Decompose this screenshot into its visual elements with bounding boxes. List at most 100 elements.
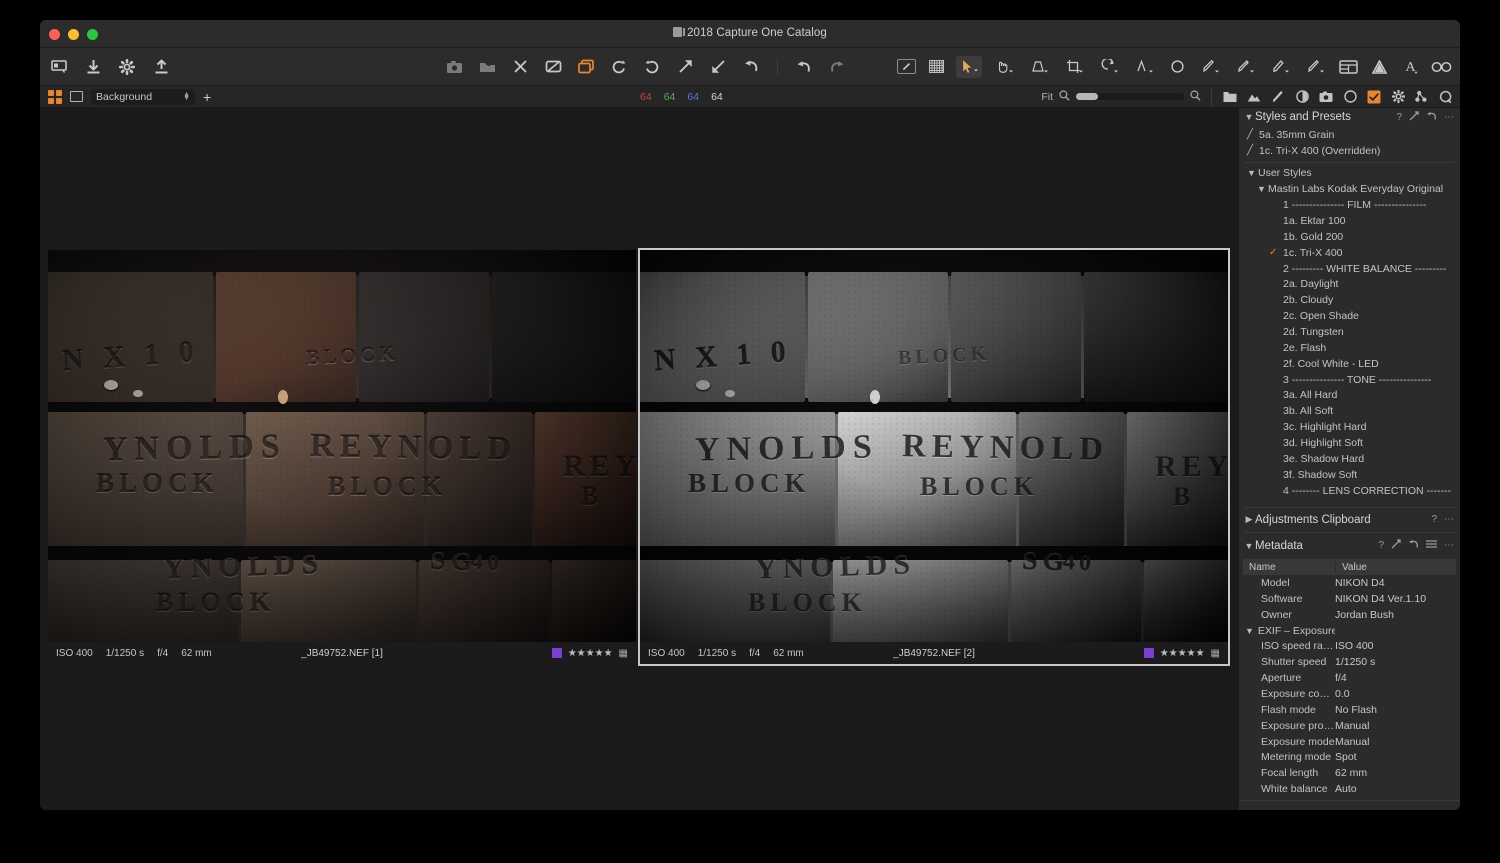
tab-lens[interactable] — [1268, 87, 1288, 107]
style-item-17[interactable]: 3f. Shadow Soft — [1239, 467, 1460, 483]
help-icon[interactable]: ? — [1396, 112, 1402, 123]
metadata-row[interactable]: Focal length 62 mm — [1239, 765, 1460, 781]
arrow-up-right-icon[interactable] — [674, 56, 696, 78]
chevron-down-icon[interactable]: ▼ — [1257, 184, 1268, 194]
metadata-row[interactable]: Flash mode No Flash — [1239, 702, 1460, 718]
reset-icon[interactable] — [1408, 539, 1419, 552]
help-icon[interactable]: ? — [1431, 514, 1437, 525]
metadata-row[interactable]: White balance Auto — [1239, 781, 1460, 797]
delete-x-icon[interactable] — [509, 56, 531, 78]
style-item-9[interactable]: 2e. Flash — [1239, 340, 1460, 356]
metadata-header[interactable]: ▼ Metadata ? ⋯ — [1239, 536, 1460, 556]
straighten-tool-icon[interactable] — [1131, 56, 1157, 78]
settings-gear-icon[interactable] — [116, 56, 138, 78]
metadata-row[interactable]: Exposure mode Manual — [1239, 734, 1460, 750]
variant-1-star-rating[interactable]: ★★★★★ — [568, 648, 613, 659]
spot-removal-circle-icon[interactable] — [1166, 56, 1188, 78]
heal-brush-icon[interactable] — [1302, 56, 1328, 78]
metadata-row[interactable]: Model NIKON D4 — [1239, 575, 1460, 591]
chevron-down-icon[interactable]: ▼ — [1243, 541, 1255, 551]
variant-2-rating-group[interactable]: ★★★★★ ▦ — [1143, 648, 1220, 659]
adjustments-clipboard-header[interactable]: ▶ Adjustments Clipboard ? ⋯ — [1239, 510, 1460, 530]
tab-exposure[interactable] — [1292, 87, 1312, 107]
edit-mask-boxed-pen-icon[interactable] — [897, 59, 916, 74]
style-item-16[interactable]: 3e. Shadow Hard — [1239, 451, 1460, 467]
variant-1-rating-group[interactable]: ★★★★★ ▦ — [551, 648, 628, 659]
tab-quick[interactable] — [1436, 87, 1456, 107]
metadata-row[interactable]: Exposure com... 0.0 — [1239, 686, 1460, 702]
zoom-fit-label[interactable]: Fit — [1041, 91, 1053, 103]
redo-icon[interactable] — [826, 56, 848, 78]
style-item-14[interactable]: 3c. Highlight Hard — [1239, 419, 1460, 435]
rotate-tool-icon[interactable] — [1026, 56, 1052, 78]
variant-1[interactable]: N X 1 0 BLOCK YNOLDS BLOCK REYNOLD BLOCK… — [48, 250, 636, 664]
tab-camera[interactable] — [1316, 87, 1336, 107]
list-icon[interactable] — [1426, 540, 1437, 552]
applied-style-0[interactable]: ╱ 5a. 35mm Grain — [1239, 127, 1460, 143]
help-icon[interactable]: ? — [1378, 540, 1384, 551]
zoom-in-icon[interactable] — [1190, 89, 1201, 104]
color-editor-table-icon[interactable] — [1337, 56, 1359, 78]
menu-dots-icon[interactable]: ⋯ — [1444, 514, 1454, 525]
style-item-18[interactable]: 4 -------- LENS CORRECTION ------- — [1239, 483, 1460, 499]
expand-icon[interactable] — [1391, 539, 1401, 552]
metadata-row[interactable]: Software NIKON D4 Ver.1.10 — [1239, 591, 1460, 607]
keystone-tool-icon[interactable] — [1096, 56, 1122, 78]
grid-view-icon[interactable] — [48, 89, 62, 104]
white-balance-triangle-icon[interactable] — [1368, 56, 1390, 78]
user-styles-group[interactable]: ▼ User Styles — [1239, 166, 1460, 182]
zoom-slider-knob[interactable] — [1076, 93, 1098, 100]
style-item-7[interactable]: 2c. Open Shade — [1239, 308, 1460, 324]
style-item-12[interactable]: 3a. All Hard — [1239, 388, 1460, 404]
collection-select[interactable]: Background ▲ ▼ — [91, 88, 195, 105]
tab-capture[interactable] — [1244, 87, 1264, 107]
metadata-row[interactable]: Shutter speed 1/1250 s — [1239, 654, 1460, 670]
metadata-group-exif-exposure[interactable]: ▼ EXIF – Exposure — [1239, 623, 1460, 639]
reject-no-symbol-icon[interactable] — [542, 56, 564, 78]
arrow-down-left-icon[interactable] — [707, 56, 729, 78]
menu-dots-icon[interactable]: ⋯ — [1444, 540, 1454, 551]
style-item-11[interactable]: 3 --------------- TONE --------------- — [1239, 372, 1460, 388]
erase-mask-brush-icon[interactable] — [1232, 56, 1258, 78]
style-item-13[interactable]: 3b. All Soft — [1239, 403, 1460, 419]
pointer-tool-icon[interactable] — [956, 55, 982, 78]
style-item-15[interactable]: 3d. Highlight Soft — [1239, 435, 1460, 451]
metadata-row[interactable]: Aperture f/4 — [1239, 670, 1460, 686]
styles-and-presets-header[interactable]: ▼ Styles and Presets ? ⋯ — [1239, 108, 1460, 127]
add-layer-icon[interactable]: + — [203, 90, 211, 104]
rotate-right-icon[interactable] — [641, 56, 663, 78]
zoom-out-icon[interactable] — [1059, 89, 1070, 104]
variant-2[interactable]: N X 1 0 BLOCK YNOLDS BLOCK REYNOLD BLOCK… — [638, 248, 1230, 666]
tab-details[interactable] — [1388, 87, 1408, 107]
variant-1-metadata-icon[interactable]: ▦ — [619, 648, 628, 659]
chevron-down-icon[interactable]: ▼ — [1243, 112, 1255, 122]
style-pack-group[interactable]: ▼ Mastin Labs Kodak Everyday Original — [1239, 181, 1460, 197]
variant-2-star-rating[interactable]: ★★★★★ — [1160, 648, 1205, 659]
reset-icon[interactable] — [1426, 111, 1437, 124]
style-item-5[interactable]: 2a. Daylight — [1239, 277, 1460, 293]
pan-hand-tool-icon[interactable] — [991, 56, 1017, 78]
tab-library[interactable] — [1220, 87, 1240, 107]
style-item-8[interactable]: 2d. Tungsten — [1239, 324, 1460, 340]
capture-camera-icon[interactable] — [443, 56, 465, 78]
style-item-0[interactable]: 1 --------------- FILM --------------- — [1239, 197, 1460, 213]
variant-1-color-tag[interactable] — [551, 648, 562, 658]
import-download-icon[interactable] — [82, 56, 104, 78]
variant-2-photo[interactable]: N X 1 0 BLOCK YNOLDS BLOCK REYNOLD BLOCK… — [640, 250, 1228, 642]
loupe-glasses-icon[interactable] — [1430, 56, 1452, 78]
open-in-folder-icon[interactable] — [476, 56, 498, 78]
metadata-row[interactable]: ISO speed rating ISO 400 — [1239, 639, 1460, 655]
style-item-4[interactable]: 2 --------- WHITE BALANCE --------- — [1239, 261, 1460, 277]
style-item-3[interactable]: ✓ 1c. Tri-X 400 — [1239, 245, 1460, 261]
single-view-icon[interactable] — [70, 91, 83, 102]
reset-arrow-icon[interactable] — [740, 56, 762, 78]
rotate-left-icon[interactable] — [608, 56, 630, 78]
applied-style-1[interactable]: ╱ 1c. Tri-X 400 (Overridden) — [1239, 143, 1460, 159]
variant-1-photo[interactable]: N X 1 0 BLOCK YNOLDS BLOCK REYNOLD BLOCK… — [48, 250, 636, 642]
style-item-1[interactable]: 1a. Ektar 100 — [1239, 213, 1460, 229]
variant-2-metadata-icon[interactable]: ▦ — [1211, 648, 1220, 659]
new-variant-stack-icon[interactable] — [575, 56, 597, 78]
tab-styles-and-presets[interactable] — [1364, 87, 1384, 110]
style-item-10[interactable]: 2f. Cool White - LED — [1239, 356, 1460, 372]
chevron-updown-icon[interactable]: ▲ ▼ — [183, 91, 190, 102]
